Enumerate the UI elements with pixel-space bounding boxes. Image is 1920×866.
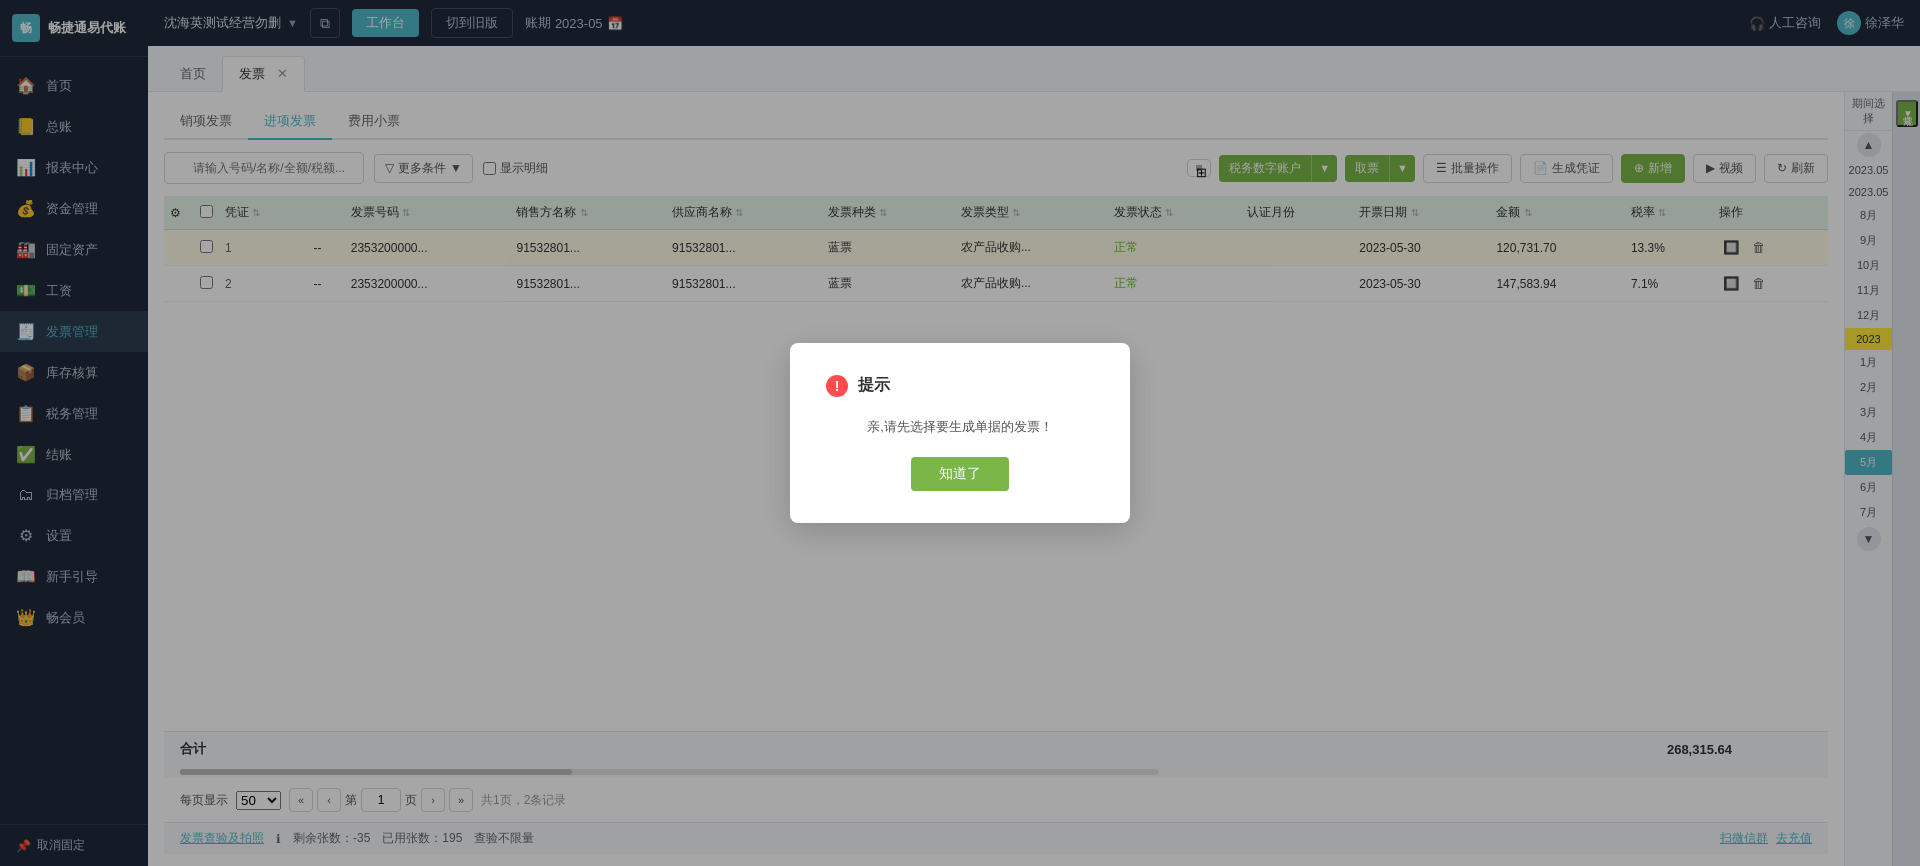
modal-title-row: ! 提示 bbox=[826, 375, 890, 397]
modal-title: 提示 bbox=[858, 375, 890, 396]
modal-warning-icon: ! bbox=[826, 375, 848, 397]
modal-confirm-button[interactable]: 知道了 bbox=[911, 457, 1009, 491]
modal-overlay[interactable]: ! 提示 亲,请先选择要生成单据的发票！ 知道了 bbox=[0, 0, 1920, 866]
modal-message: 亲,请先选择要生成单据的发票！ bbox=[867, 417, 1053, 438]
modal-dialog: ! 提示 亲,请先选择要生成单据的发票！ 知道了 bbox=[790, 343, 1130, 524]
